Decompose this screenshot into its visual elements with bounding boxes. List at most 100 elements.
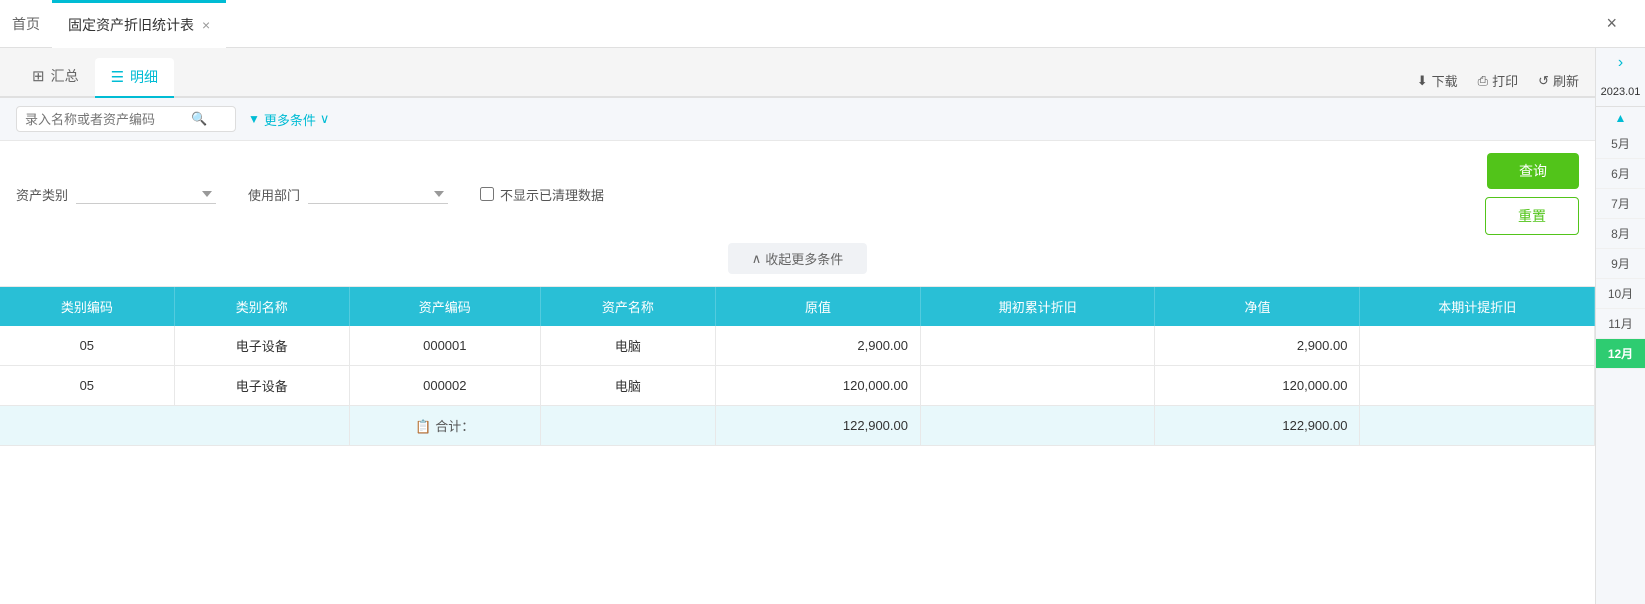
search-bar: 🔍 ▼ 更多条件 ∨ <box>0 98 1595 141</box>
department-select[interactable] <box>308 184 448 204</box>
month-8[interactable]: 8月 <box>1596 219 1645 249</box>
cell-curr-dep <box>1360 366 1595 406</box>
detail-icon: ☰ <box>111 68 124 86</box>
col-asset-name: 资产名称 <box>540 287 715 326</box>
summary-icon: ⊞ <box>32 67 45 85</box>
data-table: 类别编码 类别名称 资产编码 资产名称 原值 期初累计折旧 净值 本期计提折旧 … <box>0 287 1595 446</box>
download-icon: ⬇ <box>1417 73 1428 89</box>
month-10[interactable]: 10月 <box>1596 279 1645 309</box>
active-tab[interactable]: 固定资产折旧统计表 × <box>52 0 226 48</box>
month-12[interactable]: 12月 <box>1596 339 1645 369</box>
cell-cat-code: 05 <box>0 366 174 406</box>
col-asset-code: 资产编码 <box>349 287 540 326</box>
col-original-value: 原值 <box>715 287 920 326</box>
reset-btn[interactable]: 重置 <box>1485 197 1579 235</box>
hide-cleared-wrap: 不显示已清理数据 <box>480 185 604 204</box>
print-btn[interactable]: ⎙ 打印 <box>1478 71 1518 90</box>
month-6[interactable]: 6月 <box>1596 159 1645 189</box>
month-7[interactable]: 7月 <box>1596 189 1645 219</box>
col-accumulated-depreciation: 期初累计折旧 <box>921 287 1155 326</box>
table-header-row: 类别编码 类别名称 资产编码 资产名称 原值 期初累计折旧 净值 本期计提折旧 <box>0 287 1595 326</box>
cell-cat-name: 电子设备 <box>174 326 349 366</box>
asset-category-select[interactable] <box>76 184 216 204</box>
tab-summary-label: 汇总 <box>51 66 79 86</box>
month-5[interactable]: 5月 <box>1596 129 1645 159</box>
total-label-text: 合计： <box>435 419 474 434</box>
tab-summary[interactable]: ⊞ 汇总 <box>16 56 95 96</box>
refresh-icon: ↺ <box>1538 73 1549 89</box>
department-filter: 使用部门 <box>248 184 448 204</box>
col-category-code: 类别编码 <box>0 287 174 326</box>
asset-category-label: 资产类别 <box>16 185 68 204</box>
search-icon[interactable]: 🔍 <box>191 111 207 127</box>
main-content: ⊞ 汇总 ☰ 明细 ⬇ 下载 ⎙ 打印 ↺ 刷新 <box>0 48 1645 604</box>
tab-detail-label: 明细 <box>130 67 158 87</box>
filter-icon: ▼ <box>248 112 260 126</box>
chevron-down-icon: ∨ <box>320 111 330 127</box>
sub-tabs: ⊞ 汇总 ☰ 明细 ⬇ 下载 ⎙ 打印 ↺ 刷新 <box>0 48 1595 98</box>
print-label: 打印 <box>1492 71 1518 90</box>
left-panel: ⊞ 汇总 ☰ 明细 ⬇ 下载 ⎙ 打印 ↺ 刷新 <box>0 48 1595 604</box>
col-current-depreciation: 本期计提折旧 <box>1360 287 1595 326</box>
home-link[interactable]: 首页 <box>12 14 40 34</box>
refresh-label: 刷新 <box>1553 71 1579 90</box>
cell-cat-name: 电子设备 <box>174 366 349 406</box>
asset-category-filter: 资产类别 <box>16 184 216 204</box>
total-net-val: 122,900.00 <box>1155 406 1360 446</box>
total-asset-name <box>540 406 715 446</box>
top-nav: 首页 固定资产折旧统计表 × × <box>0 0 1645 48</box>
total-label-cell: 📋 合计： <box>349 406 540 446</box>
cell-curr-dep <box>1360 326 1595 366</box>
more-conditions-btn[interactable]: ▼ 更多条件 ∨ <box>248 110 329 129</box>
right-panel: › 2023.01 ▲ 5月 6月 7月 8月 9月 10月 11月 12月 <box>1595 48 1645 604</box>
refresh-btn[interactable]: ↺ 刷新 <box>1538 71 1579 90</box>
print-icon: ⎙ <box>1478 73 1488 89</box>
filter-btn-col: 查询 重置 <box>1485 153 1579 235</box>
table-row: 05 电子设备 000001 电脑 2,900.00 2,900.00 <box>0 326 1595 366</box>
scroll-up-arrow[interactable]: ▲ <box>1611 107 1631 129</box>
cell-net-val: 120,000.00 <box>1155 366 1360 406</box>
close-tab-btn[interactable]: × <box>202 17 210 33</box>
total-acc-dep <box>921 406 1155 446</box>
filter-row: 资产类别 使用部门 不显示已清理数据 查询 重置 <box>16 153 1579 235</box>
total-orig-val: 122,900.00 <box>715 406 920 446</box>
col-category-name: 类别名称 <box>174 287 349 326</box>
collapse-label: 收起更多条件 <box>765 249 843 268</box>
total-row: 📋 合计： 122,900.00 122,900.00 <box>0 406 1595 446</box>
more-conditions-label: 更多条件 <box>264 110 316 129</box>
table-row: 05 电子设备 000002 电脑 120,000.00 120,000.00 <box>0 366 1595 406</box>
tab-detail[interactable]: ☰ 明细 <box>95 58 174 98</box>
cell-asset-code: 000002 <box>349 366 540 406</box>
month-11[interactable]: 11月 <box>1596 309 1645 339</box>
filter-area: 资产类别 使用部门 不显示已清理数据 查询 重置 <box>0 141 1595 287</box>
download-btn[interactable]: ⬇ 下载 <box>1417 71 1458 90</box>
close-window-btn[interactable]: × <box>1606 13 1633 34</box>
active-tab-label: 固定资产折旧统计表 <box>68 15 194 35</box>
total-row-icon: 📋 <box>415 419 431 434</box>
cell-orig-val: 120,000.00 <box>715 366 920 406</box>
total-curr-dep <box>1360 406 1595 446</box>
cell-asset-name: 电脑 <box>540 366 715 406</box>
date-header: 2023.01 <box>1596 78 1645 107</box>
cell-cat-code: 05 <box>0 326 174 366</box>
query-btn[interactable]: 查询 <box>1487 153 1579 189</box>
month-9[interactable]: 9月 <box>1596 249 1645 279</box>
download-label: 下载 <box>1432 71 1458 90</box>
cell-orig-val: 2,900.00 <box>715 326 920 366</box>
search-input[interactable] <box>25 112 185 127</box>
cell-asset-code: 000001 <box>349 326 540 366</box>
cell-acc-dep <box>921 326 1155 366</box>
total-icon-cell <box>0 406 349 446</box>
cell-acc-dep <box>921 366 1155 406</box>
cell-net-val: 2,900.00 <box>1155 326 1360 366</box>
hide-cleared-checkbox[interactable] <box>480 187 494 201</box>
col-net-value: 净值 <box>1155 287 1360 326</box>
right-panel-nav-arrow[interactable]: › <box>1612 48 1629 78</box>
table-container: 类别编码 类别名称 资产编码 资产名称 原值 期初累计折旧 净值 本期计提折旧 … <box>0 287 1595 604</box>
collapse-conditions-btn[interactable]: ∧ 收起更多条件 <box>728 243 868 274</box>
cell-asset-name: 电脑 <box>540 326 715 366</box>
collapse-icon: ∧ <box>752 251 762 267</box>
department-label: 使用部门 <box>248 185 300 204</box>
hide-cleared-label: 不显示已清理数据 <box>500 185 604 204</box>
search-input-wrap: 🔍 <box>16 106 236 132</box>
